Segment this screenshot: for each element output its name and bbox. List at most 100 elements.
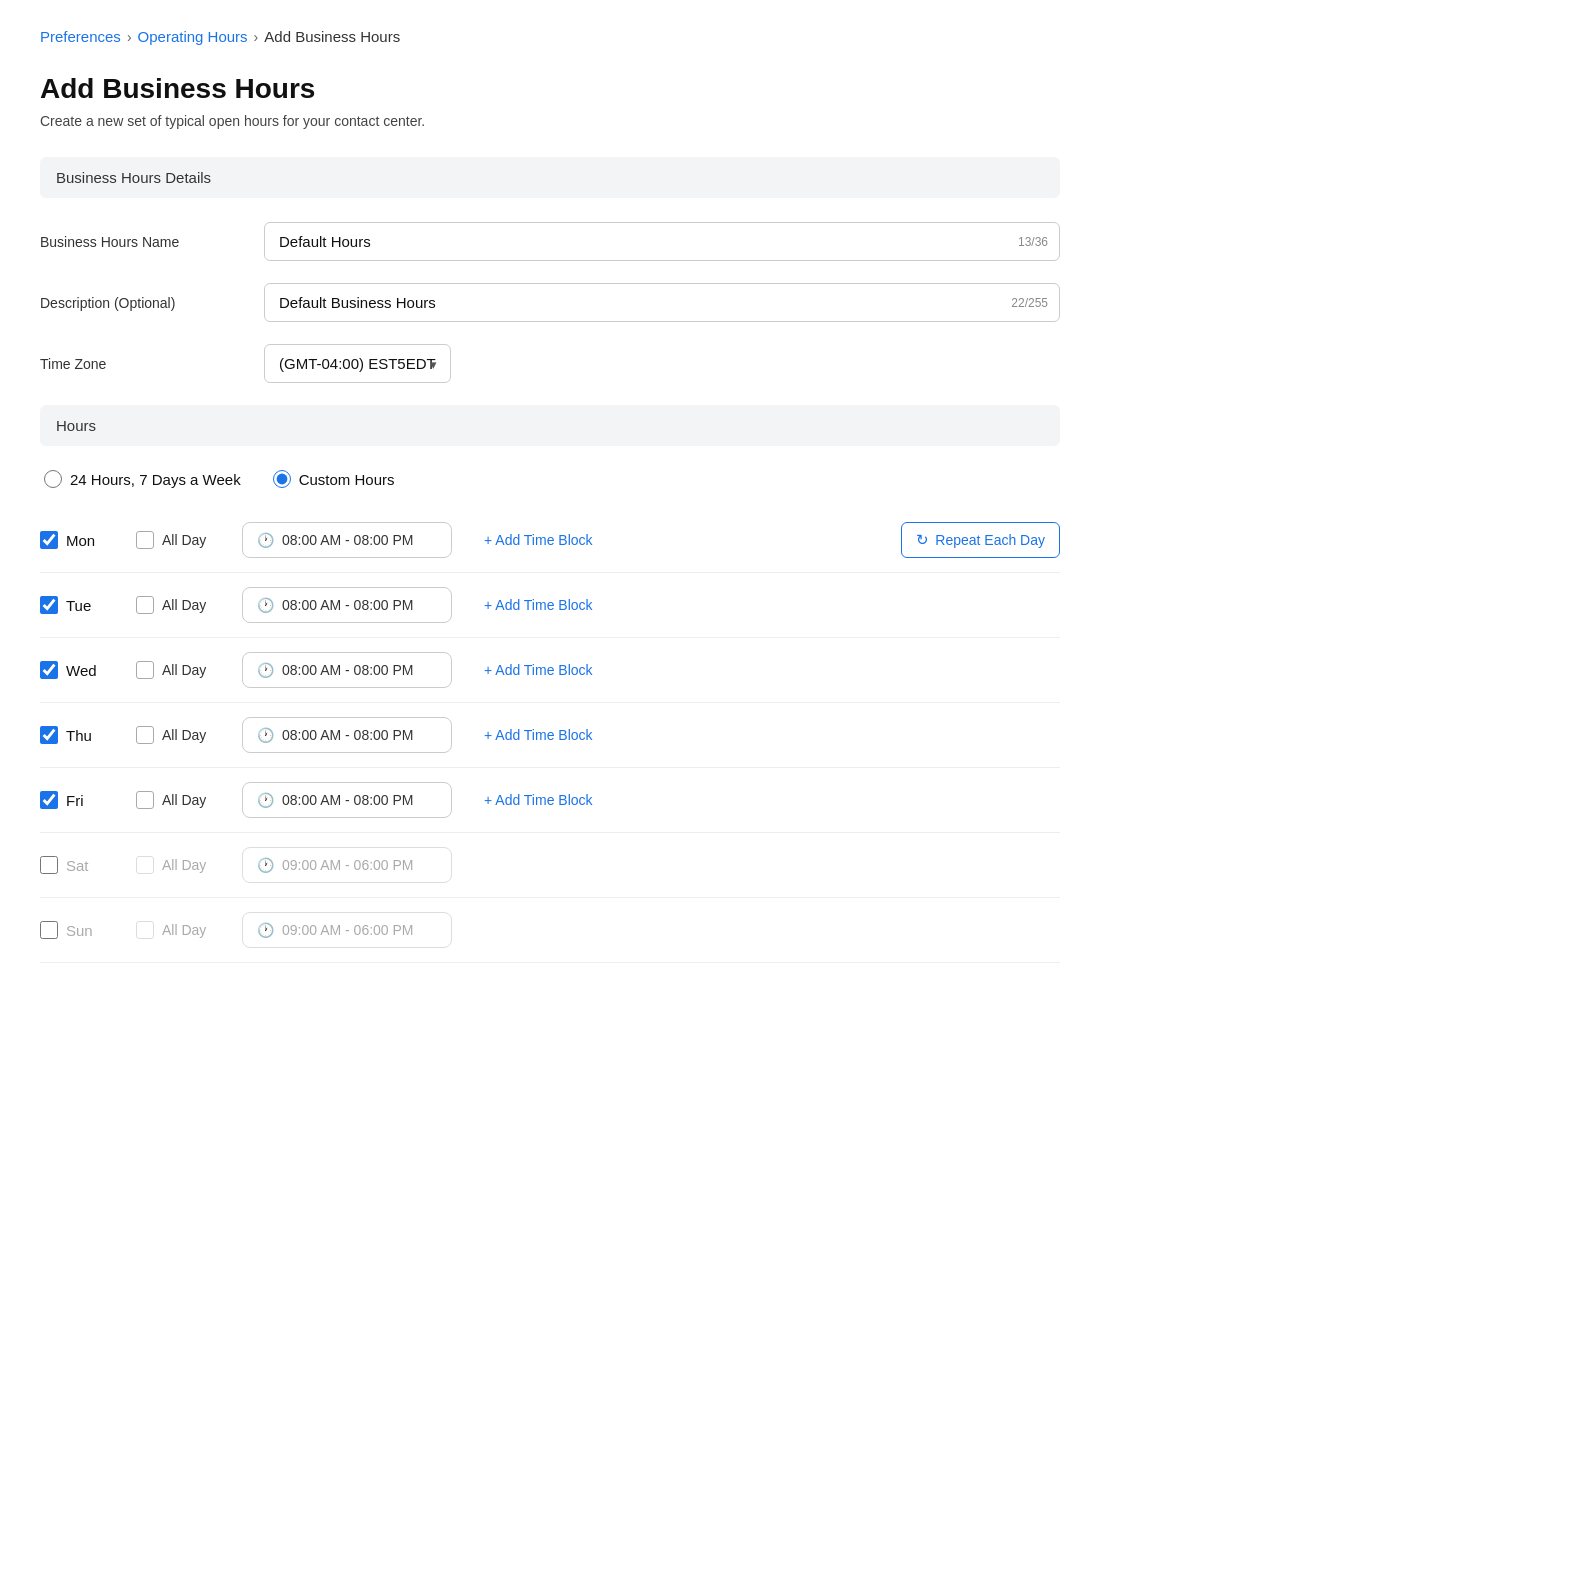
form-row-timezone: Time Zone (GMT-04:00) EST5EDT ▾ — [40, 344, 1060, 383]
section-details-header: Business Hours Details — [40, 157, 1060, 198]
time-range-fri[interactable]: 🕐 08:00 AM - 08:00 PM — [242, 782, 452, 818]
time-range-sun: 🕐 09:00 AM - 06:00 PM — [242, 912, 452, 948]
allday-wrapper-wed: All Day — [136, 661, 226, 679]
day-checkbox-wrapper-sun: Sun — [40, 921, 120, 939]
time-range-text-wed: 08:00 AM - 08:00 PM — [282, 662, 414, 678]
radio-24h-label: 24 Hours, 7 Days a Week — [70, 471, 241, 488]
page-title: Add Business Hours — [40, 73, 1060, 105]
allday-label-fri: All Day — [162, 792, 206, 808]
add-time-block-thu[interactable]: + Add Time Block — [484, 727, 593, 743]
add-time-block-wed[interactable]: + Add Time Block — [484, 662, 593, 678]
form-row-name: Business Hours Name 13/36 — [40, 222, 1060, 261]
allday-checkbox-tue[interactable] — [136, 596, 154, 614]
day-row-mon: Mon All Day 🕐 08:00 AM - 08:00 PM + Add … — [40, 508, 1060, 573]
day-label-sat: Sat — [66, 857, 89, 874]
add-time-block-mon[interactable]: + Add Time Block — [484, 532, 593, 548]
clock-icon-sun: 🕐 — [257, 922, 274, 938]
day-row-tue: Tue All Day 🕐 08:00 AM - 08:00 PM + Add … — [40, 573, 1060, 638]
breadcrumb-current: Add Business Hours — [264, 28, 400, 45]
breadcrumb-preferences[interactable]: Preferences — [40, 28, 121, 45]
name-label: Business Hours Name — [40, 234, 240, 250]
allday-wrapper-sat: All Day — [136, 856, 226, 874]
day-checkbox-wed[interactable] — [40, 661, 58, 679]
day-checkbox-sat[interactable] — [40, 856, 58, 874]
day-checkbox-mon[interactable] — [40, 531, 58, 549]
allday-checkbox-wed[interactable] — [136, 661, 154, 679]
day-label-fri: Fri — [66, 792, 84, 809]
allday-wrapper-mon: All Day — [136, 531, 226, 549]
radio-custom-input[interactable] — [273, 470, 291, 488]
repeat-each-day-label: Repeat Each Day — [935, 532, 1045, 548]
day-checkbox-thu[interactable] — [40, 726, 58, 744]
allday-label-mon: All Day — [162, 532, 206, 548]
allday-label-wed: All Day — [162, 662, 206, 678]
time-range-mon[interactable]: 🕐 08:00 AM - 08:00 PM — [242, 522, 452, 558]
section-hours-header: Hours — [40, 405, 1060, 446]
desc-label: Description (Optional) — [40, 295, 240, 311]
clock-icon-thu: 🕐 — [257, 727, 274, 743]
day-label-tue: Tue — [66, 597, 91, 614]
radio-custom-label: Custom Hours — [299, 471, 395, 488]
allday-wrapper-fri: All Day — [136, 791, 226, 809]
day-checkbox-sun[interactable] — [40, 921, 58, 939]
time-range-text-tue: 08:00 AM - 08:00 PM — [282, 597, 414, 613]
time-range-text-fri: 08:00 AM - 08:00 PM — [282, 792, 414, 808]
day-checkbox-wrapper-mon: Mon — [40, 531, 120, 549]
day-checkbox-wrapper-fri: Fri — [40, 791, 120, 809]
allday-checkbox-fri[interactable] — [136, 791, 154, 809]
repeat-each-day-button[interactable]: ↻ Repeat Each Day — [901, 522, 1060, 558]
breadcrumb: Preferences › Operating Hours › Add Busi… — [40, 28, 1060, 45]
name-char-count: 13/36 — [1018, 235, 1048, 249]
day-row-sun: Sun All Day 🕐 09:00 AM - 06:00 PM + Add … — [40, 898, 1060, 963]
time-range-wed[interactable]: 🕐 08:00 AM - 08:00 PM — [242, 652, 452, 688]
allday-label-tue: All Day — [162, 597, 206, 613]
day-checkbox-wrapper-thu: Thu — [40, 726, 120, 744]
form-row-desc: Description (Optional) 22/255 — [40, 283, 1060, 322]
timezone-select[interactable]: (GMT-04:00) EST5EDT — [264, 344, 451, 383]
day-row-fri: Fri All Day 🕐 08:00 AM - 08:00 PM + Add … — [40, 768, 1060, 833]
clock-icon-fri: 🕐 — [257, 792, 274, 808]
day-checkbox-wrapper-tue: Tue — [40, 596, 120, 614]
radio-24h-option[interactable]: 24 Hours, 7 Days a Week — [44, 470, 241, 488]
add-time-block-tue[interactable]: + Add Time Block — [484, 597, 593, 613]
desc-input-wrapper: 22/255 — [264, 283, 1060, 322]
name-input[interactable] — [264, 222, 1060, 261]
day-label-wed: Wed — [66, 662, 97, 679]
repeat-icon: ↻ — [916, 531, 929, 549]
allday-checkbox-sat[interactable] — [136, 856, 154, 874]
time-range-text-sun: 09:00 AM - 06:00 PM — [282, 922, 414, 938]
allday-checkbox-thu[interactable] — [136, 726, 154, 744]
allday-checkbox-sun[interactable] — [136, 921, 154, 939]
time-range-tue[interactable]: 🕐 08:00 AM - 08:00 PM — [242, 587, 452, 623]
allday-label-thu: All Day — [162, 727, 206, 743]
name-input-wrapper: 13/36 — [264, 222, 1060, 261]
day-checkbox-wrapper-wed: Wed — [40, 661, 120, 679]
day-label-mon: Mon — [66, 532, 95, 549]
clock-icon-sat: 🕐 — [257, 857, 274, 873]
day-checkbox-tue[interactable] — [40, 596, 58, 614]
breadcrumb-sep-1: › — [127, 29, 132, 45]
allday-wrapper-sun: All Day — [136, 921, 226, 939]
clock-icon-tue: 🕐 — [257, 597, 274, 613]
day-checkbox-fri[interactable] — [40, 791, 58, 809]
allday-label-sun: All Day — [162, 922, 206, 938]
days-container: Mon All Day 🕐 08:00 AM - 08:00 PM + Add … — [40, 508, 1060, 963]
clock-icon-wed: 🕐 — [257, 662, 274, 678]
day-row-wed: Wed All Day 🕐 08:00 AM - 08:00 PM + Add … — [40, 638, 1060, 703]
time-range-sat: 🕐 09:00 AM - 06:00 PM — [242, 847, 452, 883]
desc-input[interactable] — [264, 283, 1060, 322]
day-label-thu: Thu — [66, 727, 92, 744]
allday-wrapper-tue: All Day — [136, 596, 226, 614]
radio-24h-input[interactable] — [44, 470, 62, 488]
day-checkbox-wrapper-sat: Sat — [40, 856, 120, 874]
timezone-select-wrapper: (GMT-04:00) EST5EDT ▾ — [264, 344, 451, 383]
radio-custom-option[interactable]: Custom Hours — [273, 470, 395, 488]
time-range-thu[interactable]: 🕐 08:00 AM - 08:00 PM — [242, 717, 452, 753]
add-time-block-fri[interactable]: + Add Time Block — [484, 792, 593, 808]
breadcrumb-operating-hours[interactable]: Operating Hours — [138, 28, 248, 45]
radio-group: 24 Hours, 7 Days a Week Custom Hours — [44, 470, 1060, 488]
time-range-text-sat: 09:00 AM - 06:00 PM — [282, 857, 414, 873]
day-row-sat: Sat All Day 🕐 09:00 AM - 06:00 PM + Add … — [40, 833, 1060, 898]
page-subtitle: Create a new set of typical open hours f… — [40, 113, 1060, 129]
allday-checkbox-mon[interactable] — [136, 531, 154, 549]
